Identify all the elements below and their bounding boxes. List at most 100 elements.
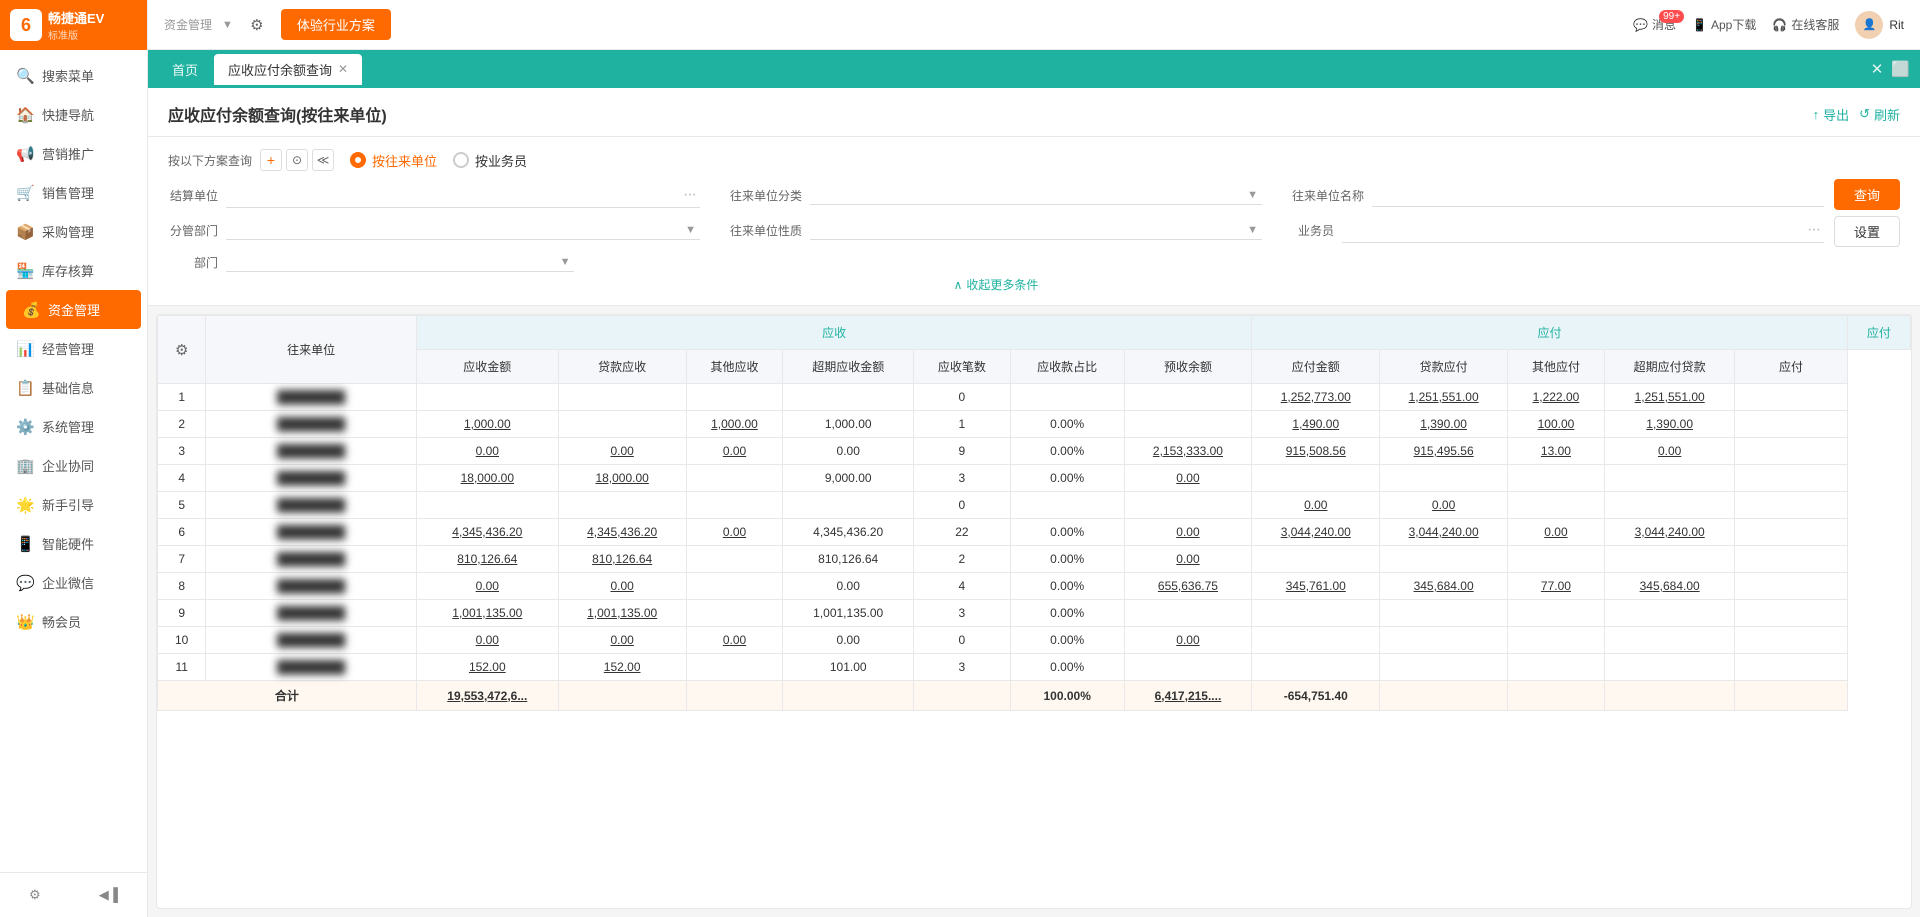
row-loan-ap[interactable]: 345,684.00 — [1380, 573, 1508, 600]
unit-category-input[interactable]: ▼ — [810, 186, 1262, 205]
row-ap-amount[interactable]: 1,490.00 — [1252, 411, 1380, 438]
row-other-ap[interactable] — [1508, 654, 1605, 681]
sidebar-item-smart-hw[interactable]: 📱 智能硬件 — [0, 524, 147, 563]
row-ar-amount[interactable]: 4,345,436.20 — [416, 519, 558, 546]
row-loan-ap[interactable] — [1380, 546, 1508, 573]
row-overdue-ap[interactable] — [1604, 600, 1735, 627]
row-other-ar[interactable] — [686, 600, 783, 627]
query-button[interactable]: 查询 — [1834, 179, 1900, 210]
row-ap-amount[interactable] — [1252, 465, 1380, 492]
row-other-ap[interactable] — [1508, 627, 1605, 654]
row-other-ap[interactable] — [1508, 465, 1605, 492]
sidebar-item-operations[interactable]: 📊 经营管理 — [0, 329, 147, 368]
unit-name-input[interactable] — [1372, 184, 1824, 207]
row-overdue-ap[interactable] — [1604, 546, 1735, 573]
row-loan-ar[interactable] — [558, 384, 686, 411]
row-loan-ar[interactable]: 0.00 — [558, 627, 686, 654]
row-ap-amount[interactable] — [1252, 546, 1380, 573]
settlement-input[interactable]: ··· — [226, 183, 700, 208]
row-other-ar[interactable] — [686, 465, 783, 492]
row-other-ar[interactable] — [686, 492, 783, 519]
row-other-ar[interactable] — [686, 384, 783, 411]
row-ap-amount[interactable]: 915,508.56 — [1252, 438, 1380, 465]
row-loan-ap[interactable]: 1,251,551.00 — [1380, 384, 1508, 411]
sidebar-item-finance[interactable]: 💰 资金管理 — [6, 290, 141, 329]
row-other-ar[interactable] — [686, 654, 783, 681]
export-button[interactable]: ↑ 导出 — [1813, 105, 1850, 124]
row-ap-amount[interactable] — [1252, 654, 1380, 681]
row-loan-ar[interactable]: 810,126.64 — [558, 546, 686, 573]
row-ar-amount[interactable]: 810,126.64 — [416, 546, 558, 573]
tab-close-btn[interactable]: ✕ — [338, 62, 348, 76]
row-ar-amount[interactable]: 152.00 — [416, 654, 558, 681]
row-loan-ap[interactable]: 915,495.56 — [1380, 438, 1508, 465]
row-other-ap[interactable] — [1508, 492, 1605, 519]
row-ar-amount[interactable]: 1,000.00 — [416, 411, 558, 438]
sidebar-item-marketing[interactable]: 📢 营销推广 — [0, 134, 147, 173]
row-prepaid[interactable] — [1124, 492, 1252, 519]
row-overdue-ap[interactable]: 0.00 — [1604, 438, 1735, 465]
row-overdue-ap[interactable] — [1604, 465, 1735, 492]
refresh-button[interactable]: ↺ 刷新 — [1859, 105, 1900, 124]
row-other-ar[interactable]: 0.00 — [686, 438, 783, 465]
row-loan-ar[interactable] — [558, 411, 686, 438]
row-prepaid[interactable]: 655,636.75 — [1124, 573, 1252, 600]
unit-nature-input[interactable]: ▼ — [810, 221, 1262, 240]
sidebar-item-basic-info[interactable]: 📋 基础信息 — [0, 368, 147, 407]
sidebar-item-wechat[interactable]: 💬 企业微信 — [0, 563, 147, 602]
row-other-ar[interactable]: 0.00 — [686, 519, 783, 546]
row-overdue-ap[interactable]: 1,390.00 — [1604, 411, 1735, 438]
row-other-ap[interactable]: 77.00 — [1508, 573, 1605, 600]
sidebar-item-quick-nav[interactable]: 🏠 快捷导航 — [0, 95, 147, 134]
scheme-option-by-unit[interactable]: 按往来单位 — [350, 151, 437, 170]
close-tab-action-btn[interactable]: ✕ — [1871, 60, 1884, 78]
row-overdue-ap[interactable]: 1,251,551.00 — [1604, 384, 1735, 411]
sidebar-item-inventory[interactable]: 🏪 库存核算 — [0, 251, 147, 290]
row-other-ar[interactable] — [686, 546, 783, 573]
topbar-app-download-btn[interactable]: 📱 App下载 — [1692, 16, 1756, 33]
row-ar-amount[interactable]: 1,001,135.00 — [416, 600, 558, 627]
row-loan-ar[interactable]: 0.00 — [558, 573, 686, 600]
row-loan-ar[interactable]: 1,001,135.00 — [558, 600, 686, 627]
row-ap-amount[interactable]: 0.00 — [1252, 492, 1380, 519]
row-prepaid[interactable] — [1124, 384, 1252, 411]
row-other-ap[interactable]: 100.00 — [1508, 411, 1605, 438]
row-ap-amount[interactable]: 1,252,773.00 — [1252, 384, 1380, 411]
settings-bottom-btn[interactable]: ⚙ — [19, 881, 51, 909]
row-other-ar[interactable]: 1,000.00 — [686, 411, 783, 438]
row-prepaid[interactable]: 0.00 — [1124, 546, 1252, 573]
row-loan-ap[interactable]: 1,390.00 — [1380, 411, 1508, 438]
row-loan-ap[interactable] — [1380, 600, 1508, 627]
total-ar-amount[interactable]: 19,553,472,6... — [416, 681, 558, 711]
row-prepaid[interactable]: 0.00 — [1124, 465, 1252, 492]
tab-ar-ap-balance[interactable]: 应收应付余额查询 ✕ — [214, 54, 362, 85]
row-loan-ar[interactable]: 18,000.00 — [558, 465, 686, 492]
row-ap-amount[interactable]: 345,761.00 — [1252, 573, 1380, 600]
row-ar-amount[interactable]: 0.00 — [416, 438, 558, 465]
row-ar-amount[interactable]: 0.00 — [416, 573, 558, 600]
row-other-ap[interactable] — [1508, 546, 1605, 573]
row-ar-amount[interactable]: 18,000.00 — [416, 465, 558, 492]
scheme-option-by-staff[interactable]: 按业务员 — [453, 151, 527, 170]
topbar-online-service-btn[interactable]: 🎧 在线客服 — [1772, 16, 1839, 33]
row-other-ar[interactable] — [686, 573, 783, 600]
row-other-ap[interactable]: 13.00 — [1508, 438, 1605, 465]
row-other-ar[interactable]: 0.00 — [686, 627, 783, 654]
row-overdue-ap[interactable] — [1604, 492, 1735, 519]
sidebar-item-purchase[interactable]: 📦 采购管理 — [0, 212, 147, 251]
collapse-filter-btn[interactable]: ∧ 收起更多条件 — [954, 276, 1039, 293]
sidebar-item-sales[interactable]: 🛒 销售管理 — [0, 173, 147, 212]
row-other-ap[interactable]: 0.00 — [1508, 519, 1605, 546]
solution-button[interactable]: 体验行业方案 — [281, 9, 391, 40]
collapse-sidebar-btn[interactable]: ◀▐ — [89, 881, 128, 909]
row-other-ap[interactable] — [1508, 600, 1605, 627]
salesperson-input[interactable]: ··· — [1342, 218, 1824, 243]
total-prepaid[interactable]: 6,417,215.... — [1124, 681, 1252, 711]
sidebar-item-guide[interactable]: 🌟 新手引导 — [0, 485, 147, 524]
topbar-message-btn[interactable]: 💬 消息 99+ — [1633, 16, 1676, 33]
settings-button[interactable]: 设置 — [1834, 216, 1900, 247]
row-loan-ap[interactable] — [1380, 627, 1508, 654]
row-overdue-ap[interactable]: 345,684.00 — [1604, 573, 1735, 600]
row-loan-ar[interactable]: 0.00 — [558, 438, 686, 465]
maximize-tab-action-btn[interactable]: ⬜ — [1891, 60, 1910, 78]
